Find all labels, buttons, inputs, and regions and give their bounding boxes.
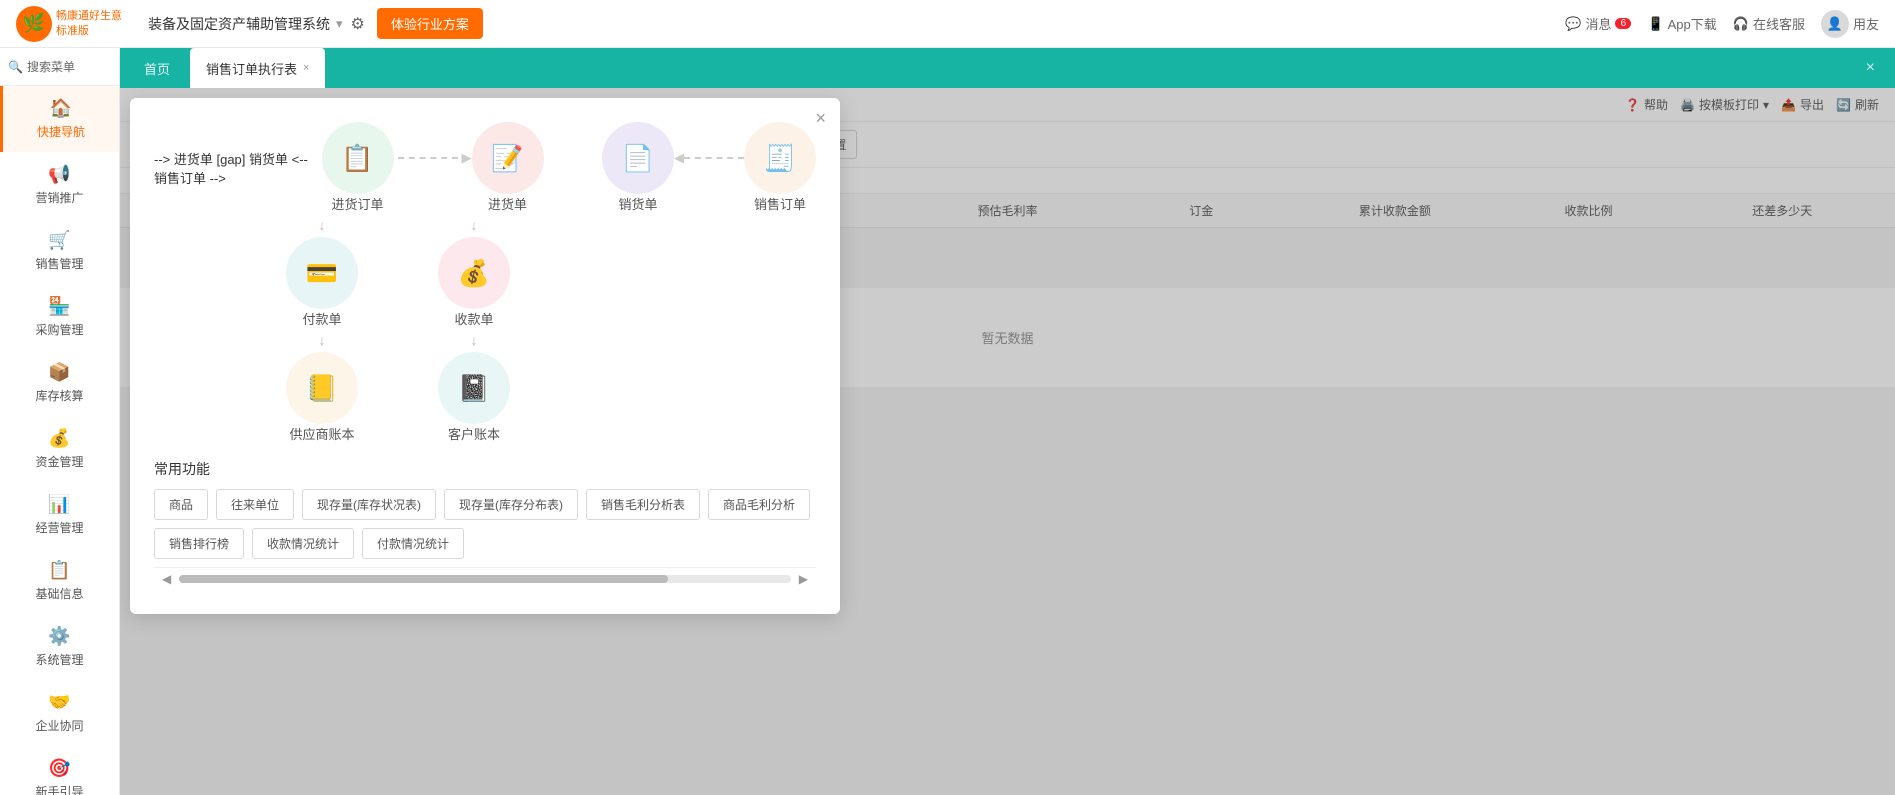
sales-bill-label: 销货单 <box>618 194 657 213</box>
sidebar-item-basic[interactable]: 📋 基础信息 <box>0 548 119 614</box>
modal-overlay: × --> 进货单 [gap] 销货单 <-- 销售订单 --> 📋 进货订单 … <box>120 88 1895 795</box>
flow-modal: × --> 进货单 [gap] 销货单 <-- 销售订单 --> 📋 进货订单 … <box>130 98 840 614</box>
payment-circle: 💳 <box>286 237 358 309</box>
sidebar-item-corp[interactable]: 🤝 企业协同 <box>0 680 119 746</box>
common-btns-row2: 销售排行榜 收款情况统计 付款情况统计 <box>154 528 816 559</box>
guide-icon: 🎯 <box>48 758 70 779</box>
common-btn-sales-rank[interactable]: 销售排行榜 <box>154 528 244 559</box>
purchase-icon: 🏪 <box>48 296 70 317</box>
app-download-btn[interactable]: 📱 App下载 <box>1647 14 1716 33</box>
message-badge: 6 <box>1615 18 1631 29</box>
purchase-order-label: 进货订单 <box>332 194 384 213</box>
sidebar-item-inventory[interactable]: 📦 库存核算 <box>0 350 119 416</box>
flow-customer-account[interactable]: 📓 客户账本 <box>438 352 510 443</box>
tab-sales-order[interactable]: 销售订单执行表 × <box>190 48 325 88</box>
customer-account-label: 客户账本 <box>448 424 500 443</box>
system-name: 装备及固定资产辅助管理系统 <box>148 14 330 34</box>
scroll-thumb <box>179 575 668 583</box>
sales-icon: 🛒 <box>48 230 70 251</box>
logo-text: 畅康通好生意 标准版 <box>56 9 122 38</box>
common-btn-goods[interactable]: 商品 <box>154 489 208 520</box>
logo-icon: 🌿 <box>16 6 52 42</box>
trial-button[interactable]: 体验行业方案 <box>377 8 483 39</box>
sidebar-item-purchase[interactable]: 🏪 采购管理 <box>0 284 119 350</box>
sidebar-item-sales[interactable]: 🛒 销售管理 <box>0 218 119 284</box>
common-btn-stock-status[interactable]: 现存量(库存状况表) <box>302 489 436 520</box>
sidebar-item-system[interactable]: ⚙️ 系统管理 <box>0 614 119 680</box>
flow-purchase-bill[interactable]: 📝 进货单 <box>472 122 544 213</box>
inventory-icon: 📦 <box>48 362 70 383</box>
user-btn[interactable]: 👤 用友 <box>1821 10 1879 38</box>
message-icon: 💬 <box>1565 16 1581 32</box>
download-icon: 📱 <box>1647 16 1663 32</box>
customer-account-circle: 📓 <box>438 352 510 424</box>
tab-home[interactable]: 首页 <box>128 48 186 88</box>
purchase-bill-label: 进货单 <box>488 194 527 213</box>
online-service-btn[interactable]: 🎧 在线客服 <box>1733 14 1805 33</box>
common-btns-row1: 商品 往来单位 现存量(库存状况表) 现存量(库存分布表) 销售毛利分析表 商品… <box>154 489 816 520</box>
receipt-label: 收款单 <box>454 309 493 328</box>
sidebar-item-guide[interactable]: 🎯 新手引导 <box>0 746 119 795</box>
logo: 🌿 畅康通好生意 标准版 <box>16 6 136 42</box>
sidebar-item-finance[interactable]: 💰 资金管理 <box>0 416 119 482</box>
quick-icon: 🏠 <box>50 98 72 119</box>
marketing-icon: 📢 <box>48 164 70 185</box>
operation-icon: 📊 <box>48 494 70 515</box>
supplier-account-label: 供应商账本 <box>289 424 354 443</box>
sales-order-circle: 🧾 <box>744 122 816 194</box>
supplier-account-circle: 📒 <box>286 352 358 424</box>
flow-payment[interactable]: 💳 付款单 <box>286 237 358 328</box>
common-btn-payment-stat[interactable]: 付款情况统计 <box>362 528 464 559</box>
basic-icon: 📋 <box>48 560 70 581</box>
receipt-circle: 💰 <box>438 237 510 309</box>
sidebar-item-quick[interactable]: 🏠 快捷导航 <box>0 86 119 152</box>
scroll-area: ◀ ▶ <box>154 567 816 590</box>
flow-sales-order[interactable]: 🧾 销售订单 <box>744 122 816 213</box>
common-btn-partner[interactable]: 往来单位 <box>216 489 294 520</box>
common-btn-sales-profit[interactable]: 销售毛利分析表 <box>586 489 700 520</box>
sales-bill-circle: 📄 <box>602 122 674 194</box>
content-body: ❓ 帮助 🖨️ 按模板打印 ▾ 📤 导出 � <box>120 88 1895 795</box>
sales-order-label: 销售订单 <box>754 194 806 213</box>
purchase-order-circle: 📋 <box>322 122 394 194</box>
sidebar: 🔍 搜索菜单 🏠 快捷导航 📢 营销推广 🛒 销售管理 🏪 采购管理 📦 <box>0 48 120 795</box>
system-icon: ⚙️ <box>48 626 70 647</box>
title-dropdown-icon[interactable]: ▾ <box>336 16 343 32</box>
common-functions-title: 常用功能 <box>154 459 816 479</box>
settings-icon[interactable]: ⚙ <box>351 14 365 34</box>
flow-purchase-order[interactable]: 📋 进货订单 <box>322 122 394 213</box>
search-icon: 🔍 <box>8 60 23 74</box>
scroll-track <box>179 575 791 583</box>
common-btn-stock-dist[interactable]: 现存量(库存分布表) <box>444 489 578 520</box>
topbar-right: 💬 消息 6 📱 App下载 🎧 在线客服 👤 用友 <box>1565 10 1879 38</box>
message-btn[interactable]: 💬 消息 6 <box>1565 14 1631 33</box>
flow-receipt[interactable]: 💰 收款单 <box>438 237 510 328</box>
avatar: 👤 <box>1821 10 1849 38</box>
common-btn-receipt-stat[interactable]: 收款情况统计 <box>252 528 354 559</box>
payment-label: 付款单 <box>302 309 341 328</box>
corp-icon: 🤝 <box>48 692 70 713</box>
tab-bar-close-btn[interactable]: × <box>1854 59 1887 77</box>
tab-close-icon[interactable]: × <box>303 62 309 74</box>
tab-bar: 首页 销售订单执行表 × × <box>120 48 1895 88</box>
scroll-right-btn[interactable]: ▶ <box>799 572 808 586</box>
service-icon: 🎧 <box>1733 16 1749 32</box>
flow-supplier-account[interactable]: 📒 供应商账本 <box>286 352 358 443</box>
modal-close-btn[interactable]: × <box>815 108 826 129</box>
common-btn-goods-profit[interactable]: 商品毛利分析 <box>708 489 810 520</box>
sidebar-item-marketing[interactable]: 📢 营销推广 <box>0 152 119 218</box>
sidebar-item-operation[interactable]: 📊 经营管理 <box>0 482 119 548</box>
system-title: 装备及固定资产辅助管理系统 ▾ <box>148 14 343 34</box>
scroll-left-btn[interactable]: ◀ <box>162 572 171 586</box>
sidebar-search[interactable]: 🔍 搜索菜单 <box>0 48 119 86</box>
purchase-bill-circle: 📝 <box>472 122 544 194</box>
flow-sales-bill[interactable]: 📄 销货单 <box>602 122 674 213</box>
finance-icon: 💰 <box>48 428 70 449</box>
